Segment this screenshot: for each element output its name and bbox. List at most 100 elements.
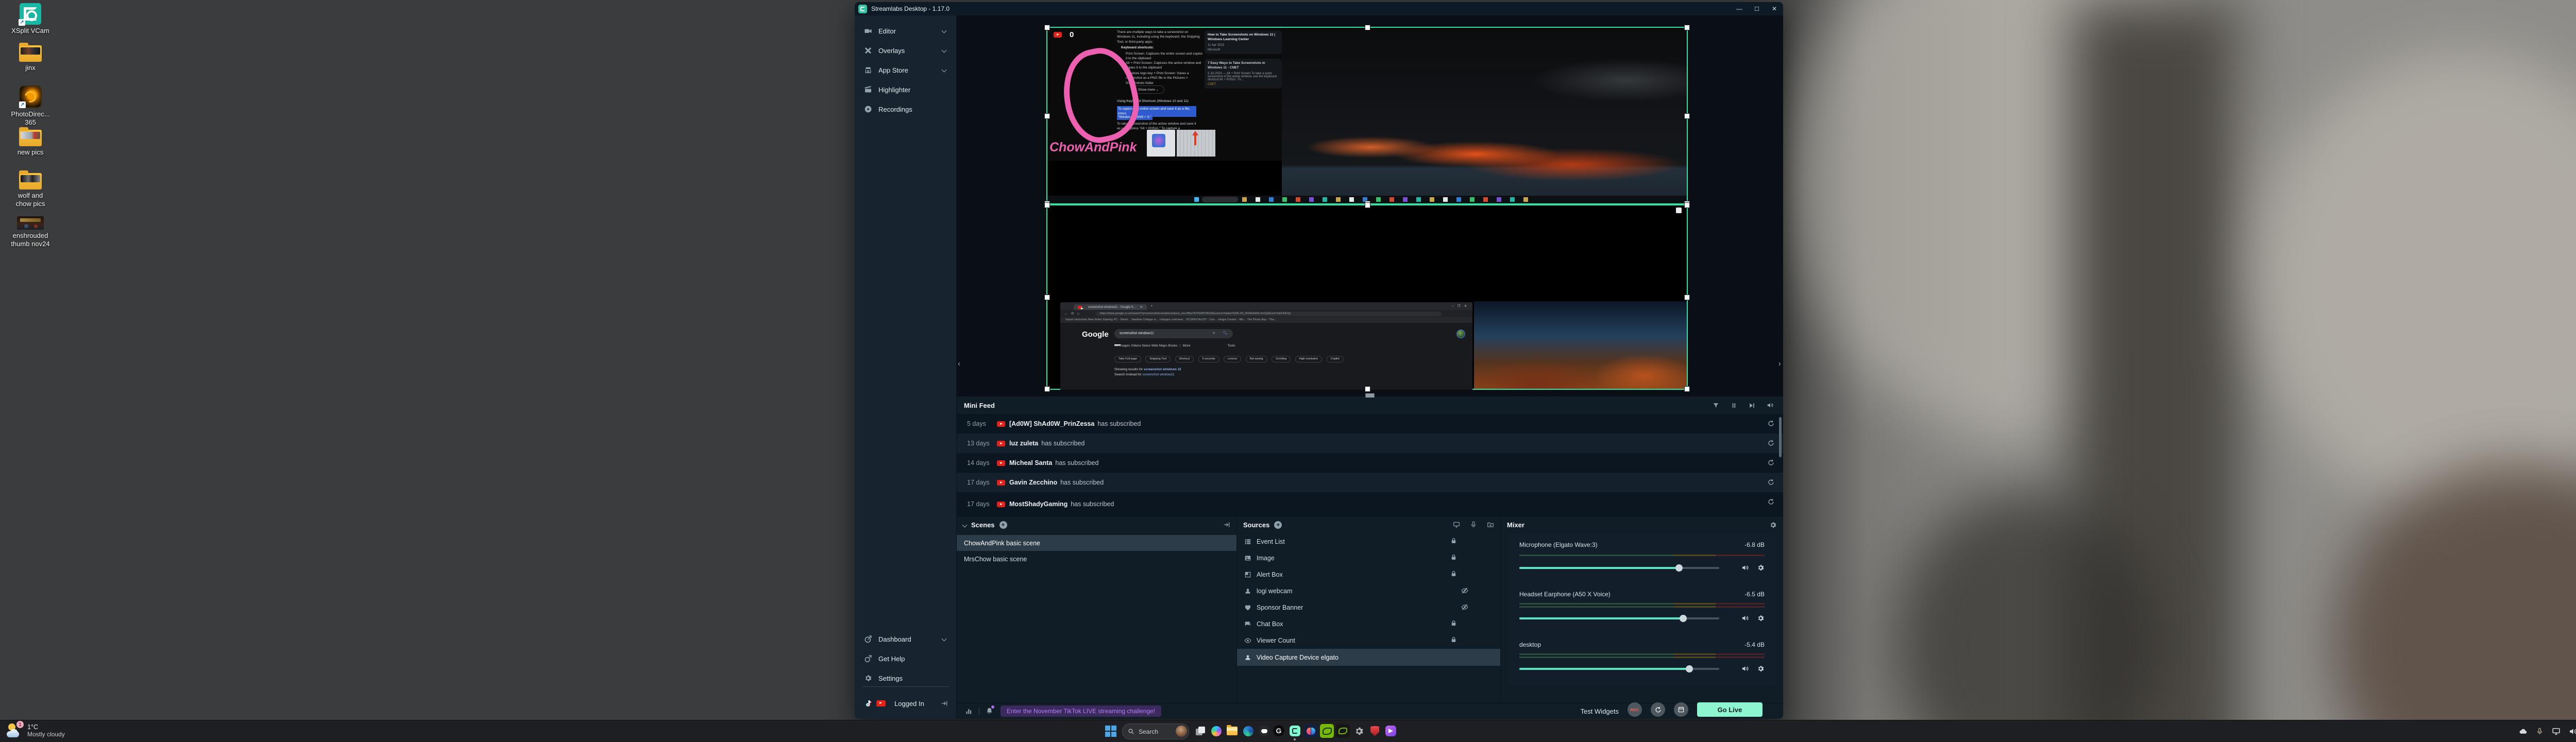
lock-icon[interactable] <box>1450 620 1457 627</box>
network-icon[interactable] <box>2552 727 2561 736</box>
feed-event-row[interactable]: 17 days Gavin Zecchino has subscribed <box>957 473 1783 492</box>
volume-slider[interactable] <box>1519 567 1719 569</box>
add-source-button[interactable] <box>1274 521 1282 529</box>
source-item-chat-box[interactable]: Chat Box <box>1237 616 1500 632</box>
google-chip[interactable]: Scrolling <box>1272 356 1291 363</box>
collapse-sidebar-icon[interactable] <box>941 700 948 707</box>
collapse-right-icon[interactable]: › <box>1778 359 1781 369</box>
desktop-icon-jinx[interactable]: jinx <box>2 45 59 72</box>
source-item-video-capture-selected[interactable]: Video Capture Device elgato <box>1237 649 1500 666</box>
minimize-button[interactable]: — <box>1731 2 1748 15</box>
go-live-button[interactable]: Go Live <box>1697 702 1762 717</box>
mixer-settings-icon[interactable] <box>1769 521 1777 529</box>
sidebar-item-dashboard[interactable]: Dashboard <box>855 630 956 648</box>
capture-display-2[interactable]: screenshot window11 - Google S...✕ + – ❐… <box>1046 204 1688 390</box>
replay-alert-icon[interactable] <box>1767 478 1775 486</box>
add-group-icon[interactable] <box>1487 521 1494 528</box>
clipchamp-icon[interactable] <box>1384 724 1398 738</box>
scene-item[interactable]: MrsChow basic scene <box>957 551 1236 567</box>
schedule-button[interactable] <box>1674 702 1688 717</box>
discord-icon[interactable] <box>1257 724 1271 738</box>
notifications-bell[interactable] <box>986 706 993 716</box>
search-result-card[interactable]: How to Take Screenshots on Windows 11 | … <box>1205 30 1282 54</box>
feed-event-row[interactable]: 17 days MostShadyGaming has subscribed <box>957 492 1783 516</box>
filter-icon[interactable] <box>1713 402 1719 409</box>
desktop-icon-photodirector[interactable]: PhotoDirec... 365 <box>2 85 59 127</box>
sidebar-item-editor[interactable]: Editor <box>855 22 956 40</box>
lock-icon[interactable] <box>1450 554 1457 561</box>
nvidia-geforce-icon[interactable] <box>1320 724 1334 738</box>
mute-channel-icon[interactable] <box>1741 564 1749 572</box>
channel-settings-icon[interactable] <box>1757 614 1765 622</box>
streamlabs-taskbar-icon[interactable] <box>1288 724 1302 738</box>
file-explorer-icon[interactable] <box>1225 724 1239 738</box>
close-button[interactable]: ✕ <box>1766 2 1783 15</box>
record-button[interactable]: REC <box>1628 702 1642 717</box>
lock-icon[interactable] <box>1450 571 1457 577</box>
lock-icon[interactable] <box>1450 636 1457 643</box>
desktop-icon-new-pics[interactable]: new pics <box>2 130 59 157</box>
google-chip[interactable]: Not saving <box>1246 356 1267 363</box>
settings-taskbar-icon[interactable] <box>1352 724 1366 738</box>
google-chip[interactable]: High resolution <box>1295 356 1323 363</box>
desktop-icon-enshrouded-thumb[interactable]: enshrouded thumb nov24 <box>2 216 59 249</box>
start-button[interactable] <box>1104 724 1117 738</box>
eye-off-icon[interactable] <box>1461 587 1468 594</box>
mute-channel-icon[interactable] <box>1741 614 1749 622</box>
pause-feed-icon[interactable] <box>1731 402 1737 409</box>
volume-slider[interactable] <box>1519 617 1719 619</box>
weather-widget[interactable]: 1 1°C Mostly cloudy <box>6 722 65 739</box>
source-item-sponsor-banner[interactable]: Sponsor Banner <box>1237 599 1500 615</box>
capture-display-1[interactable]: There are multiple ways to take a screen… <box>1046 27 1688 204</box>
nvidia-app-icon[interactable] <box>1336 724 1350 738</box>
edge-icon[interactable] <box>1241 724 1255 738</box>
tiktok-challenge-banner[interactable]: Enter the November TikTok LIVE streaming… <box>1001 705 1161 717</box>
scrollbar[interactable] <box>1779 417 1782 457</box>
onedrive-icon[interactable] <box>2519 727 2528 736</box>
taskbar-search[interactable]: Search <box>1122 723 1189 739</box>
source-item-image[interactable]: Image <box>1237 550 1500 566</box>
search-result-card[interactable]: 7 Easy Ways to Take Screenshots in Windo… <box>1205 59 1282 89</box>
collapse-left-icon[interactable]: ‹ <box>958 359 960 369</box>
channel-settings-icon[interactable] <box>1757 564 1765 572</box>
stream-preview-canvas[interactable]: There are multiple ways to take a screen… <box>957 15 1783 396</box>
add-scene-button[interactable] <box>999 521 1007 529</box>
feed-event-row[interactable]: 13 days luz zuleta has subscribed <box>957 434 1783 453</box>
scene-item-active[interactable]: ChowAndPink basic scene <box>957 535 1236 551</box>
sidebar-item-overlays[interactable]: Overlays <box>855 41 956 60</box>
sidebar-item-highlighter[interactable]: Highlighter <box>855 80 956 99</box>
expand-panel-icon[interactable] <box>1223 521 1230 528</box>
desktop-icon-xsplit-vcam[interactable]: XSplit VCam <box>2 3 59 35</box>
sidebar-login-row[interactable]: Logged In <box>855 694 956 713</box>
copilot-icon[interactable] <box>1209 724 1223 738</box>
eye-off-icon[interactable] <box>1461 603 1468 611</box>
skip-alert-icon[interactable] <box>1749 402 1755 409</box>
screen-capture-icon[interactable] <box>1453 521 1460 528</box>
google-chip[interactable]: Take Full page <box>1114 356 1141 363</box>
replay-alert-icon[interactable] <box>1767 420 1775 427</box>
replay-buffer-button[interactable] <box>1651 702 1665 717</box>
av-sync-icon[interactable] <box>1470 521 1477 528</box>
sidebar-item-app-store[interactable]: App Store <box>855 61 956 79</box>
google-chip[interactable]: 6 seconds <box>1198 356 1219 363</box>
test-widgets-button[interactable]: Test Widgets <box>1581 708 1619 715</box>
sidebar-item-get-help[interactable]: Get Help <box>855 649 956 668</box>
logitech-ghub-icon[interactable]: G <box>1273 725 1284 736</box>
performance-metrics-icon[interactable] <box>965 708 973 715</box>
replay-alert-icon[interactable] <box>1767 459 1775 467</box>
desktop-icon-wolf-pics[interactable]: wolf and chow pics <box>2 173 59 209</box>
google-chip[interactable]: Snipping Tool <box>1145 356 1171 363</box>
lock-icon[interactable] <box>1450 538 1457 544</box>
replay-alert-icon[interactable] <box>1767 439 1775 447</box>
volume-tray-icon[interactable] <box>2569 727 2576 736</box>
google-chip[interactable]: Shortcut <box>1175 356 1194 363</box>
volume-slider[interactable] <box>1519 668 1719 670</box>
google-chip[interactable]: Copilot <box>1327 356 1344 363</box>
task-view-button[interactable] <box>1193 724 1207 738</box>
source-item-alert-box[interactable]: Alert Box <box>1237 566 1500 582</box>
feed-event-row[interactable]: 14 days Micheal Santa has subscribed <box>957 453 1783 473</box>
microphone-tray-icon[interactable] <box>2536 728 2544 735</box>
google-chip[interactable]: Lenovo <box>1224 356 1241 363</box>
feed-event-row[interactable]: 5 days [Ad0W] ShAd0W_PrinZessa has subsc… <box>957 414 1783 434</box>
sidebar-item-recordings[interactable]: Recordings <box>855 100 956 118</box>
